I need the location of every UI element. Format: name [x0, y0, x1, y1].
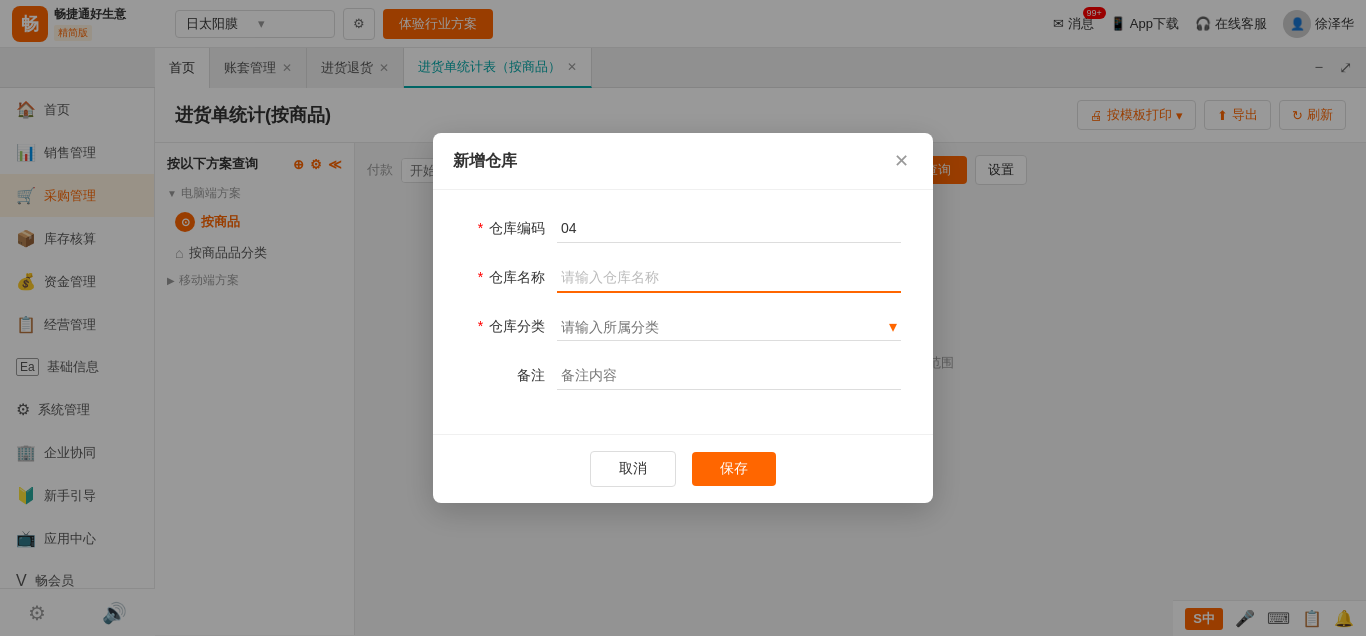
dialog-body: * 仓库编码 * 仓库名称 * 仓库分类 ▾ — [433, 190, 933, 434]
form-row-category: * 仓库分类 ▾ — [465, 313, 901, 341]
form-row-code: * 仓库编码 — [465, 214, 901, 243]
add-warehouse-dialog: 新增仓库 ✕ * 仓库编码 * 仓库名称 * — [433, 133, 933, 503]
form-name-label: * 仓库名称 — [465, 269, 545, 287]
dialog-close-icon[interactable]: ✕ — [889, 149, 913, 173]
required-asterisk-category: * — [478, 318, 483, 334]
form-code-label: * 仓库编码 — [465, 220, 545, 238]
form-category-label: * 仓库分类 — [465, 318, 545, 336]
save-button[interactable]: 保存 — [692, 452, 776, 486]
form-row-name: * 仓库名称 — [465, 263, 901, 293]
category-dropdown-icon: ▾ — [889, 317, 897, 336]
required-asterisk-name: * — [478, 269, 483, 285]
form-note-label: 备注 — [465, 367, 545, 385]
dialog-footer: 取消 保存 — [433, 434, 933, 503]
category-input[interactable] — [561, 319, 889, 335]
modal-overlay[interactable]: 新增仓库 ✕ * 仓库编码 * 仓库名称 * — [0, 0, 1366, 636]
warehouse-code-input[interactable] — [557, 214, 901, 243]
category-select-wrap[interactable]: ▾ — [557, 313, 901, 341]
warehouse-name-input[interactable] — [557, 263, 901, 293]
required-asterisk-code: * — [478, 220, 483, 236]
dialog-title: 新增仓库 — [453, 151, 517, 172]
dialog-header: 新增仓库 ✕ — [433, 133, 933, 190]
warehouse-note-textarea[interactable] — [557, 361, 901, 390]
form-row-note: 备注 — [465, 361, 901, 390]
cancel-button[interactable]: 取消 — [590, 451, 676, 487]
